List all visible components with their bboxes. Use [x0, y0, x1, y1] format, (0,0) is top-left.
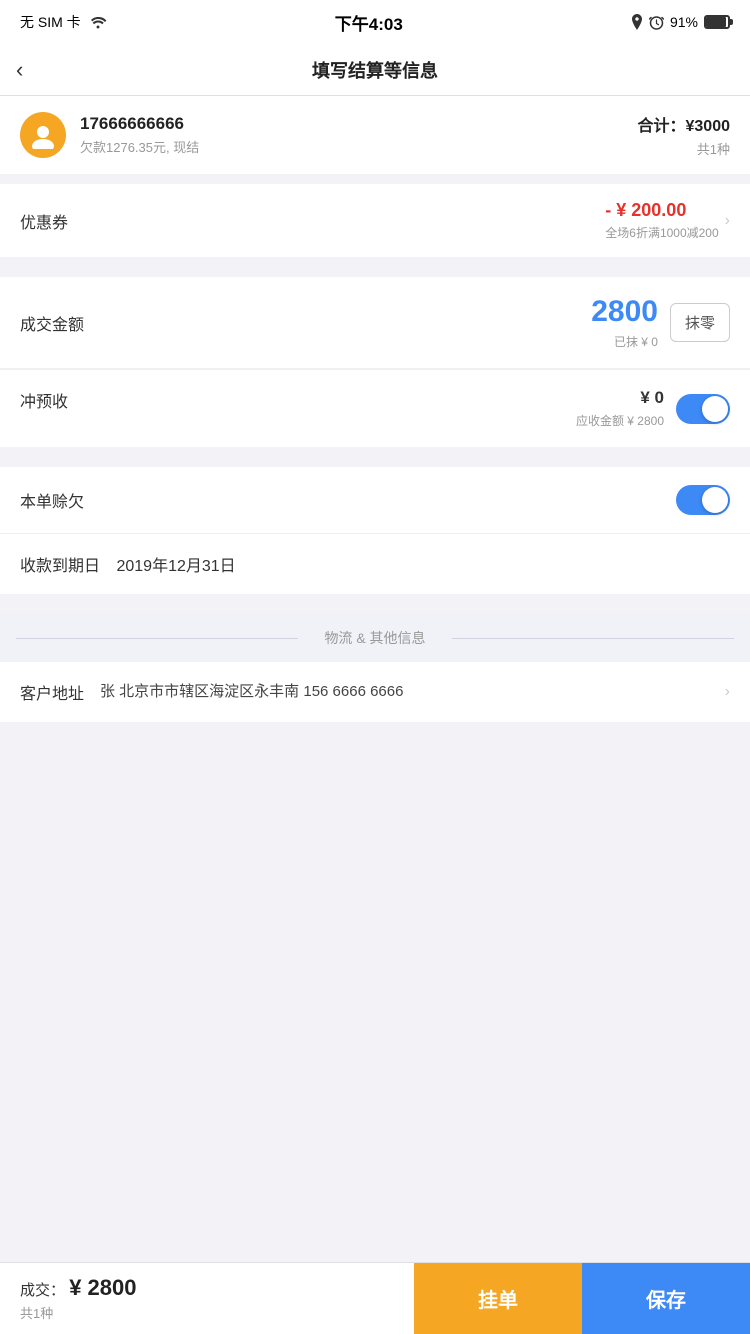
deal-amount-section: 成交金额 2800 已抹 ¥ 0 抹零 冲预收 ¥ 0 应收金额 ¥ 2800 — [0, 277, 750, 447]
bottom-count: 共1种 — [20, 1303, 394, 1322]
due-date-value: 2019年12月31日 — [116, 558, 235, 575]
total-count: 共1种 — [637, 139, 730, 158]
chongyu-sub: 应收金额 ¥ 2800 — [576, 412, 664, 429]
hang-button[interactable]: 挂单 — [414, 1263, 582, 1334]
deal-amount-col: 2800 已抹 ¥ 0 — [591, 295, 658, 350]
address-chevron-icon: › — [725, 683, 730, 701]
deal-amount-row: 成交金额 2800 已抹 ¥ 0 抹零 — [0, 277, 750, 369]
bottom-deal-label: 成交： — [20, 1282, 65, 1299]
user-info: 17666666666 欠款1276.35元, 现结 — [80, 114, 199, 156]
user-sub: 欠款1276.35元, 现结 — [80, 137, 199, 156]
deal-amount-label: 成交金额 — [20, 311, 84, 335]
sim-label: 无 SIM 卡 — [20, 12, 81, 32]
avatar — [20, 112, 66, 158]
section-divider-2 — [0, 457, 750, 467]
due-date-row: 收款到期日 2019年12月31日 — [0, 534, 750, 594]
benshen-row: 本单赊欠 — [0, 467, 750, 534]
location-icon — [631, 14, 643, 30]
benshen-label: 本单赊欠 — [20, 488, 84, 512]
benshen-toggle-knob — [702, 487, 728, 513]
address-row[interactable]: 客户地址 张 北京市市辖区海淀区永丰南 156 6666 6666 › — [0, 662, 750, 722]
chongyu-amount: ¥ 0 — [576, 388, 664, 408]
logistics-header: 物流 & 其他信息 — [0, 614, 750, 662]
total-amount: 合计：¥3000 — [637, 112, 730, 136]
user-card: 17666666666 欠款1276.35元, 现结 合计：¥3000 共1种 — [0, 96, 750, 174]
bottom-deal-amount: ¥ 2800 — [69, 1275, 136, 1300]
deal-amount-value: 2800 — [591, 295, 658, 329]
coupon-info: - ¥ 200.00 全场6折满1000减200 — [605, 200, 718, 241]
chongyu-toggle[interactable] — [676, 394, 730, 424]
battery-percent: 91% — [670, 14, 698, 30]
toggle-knob — [702, 396, 728, 422]
user-left: 17666666666 欠款1276.35元, 现结 — [20, 112, 199, 158]
bottom-summary: 成交： ¥ 2800 共1种 — [0, 1275, 414, 1322]
chevron-right-icon: › — [725, 212, 730, 230]
chongyu-label: 冲预收 — [20, 388, 68, 412]
bottom-bar: 成交： ¥ 2800 共1种 挂单 保存 — [0, 1262, 750, 1334]
chongyu-amount-col: ¥ 0 应收金额 ¥ 2800 — [576, 388, 664, 429]
benshen-toggle[interactable] — [676, 485, 730, 515]
back-button[interactable]: ‹ — [16, 57, 23, 83]
alarm-icon — [649, 15, 664, 30]
content: 17666666666 欠款1276.35元, 现结 合计：¥3000 共1种 … — [0, 96, 750, 922]
section-divider-1 — [0, 267, 750, 277]
status-bar: 无 SIM 卡 下午4:03 91% — [0, 0, 750, 44]
logistics-header-text: 物流 & 其他信息 — [324, 628, 425, 648]
wifi-icon — [89, 15, 107, 29]
coupon-desc: 全场6折满1000减200 — [605, 224, 718, 241]
page-title: 填写结算等信息 — [312, 57, 438, 83]
chongyu-row: 冲预收 ¥ 0 应收金额 ¥ 2800 — [0, 369, 750, 447]
deal-amount-right: 2800 已抹 ¥ 0 抹零 — [591, 295, 730, 350]
chongyu-right: ¥ 0 应收金额 ¥ 2800 — [576, 388, 730, 429]
coupon-row[interactable]: 优惠券 - ¥ 200.00 全场6折满1000减200 › — [0, 184, 750, 257]
address-label: 客户地址 — [20, 680, 84, 704]
status-left: 无 SIM 卡 — [20, 12, 107, 32]
address-value: 张 北京市市辖区海淀区永丰南 156 6666 6666 — [100, 681, 725, 704]
deal-amount-sub: 已抹 ¥ 0 — [591, 333, 658, 350]
coupon-discount: - ¥ 200.00 — [605, 200, 718, 221]
user-phone: 17666666666 — [80, 114, 199, 134]
nav-bar: ‹ 填写结算等信息 — [0, 44, 750, 96]
save-button[interactable]: 保存 — [582, 1263, 750, 1334]
fuzero-button[interactable]: 抹零 — [670, 303, 730, 342]
coupon-label: 优惠券 — [20, 209, 68, 233]
battery-icon — [704, 15, 730, 29]
section-divider-3 — [0, 604, 750, 614]
due-date-label: 收款到期日 2019年12月31日 — [20, 552, 236, 576]
benshen-section: 本单赊欠 收款到期日 2019年12月31日 — [0, 467, 750, 594]
coupon-right: - ¥ 200.00 全场6折满1000减200 › — [605, 200, 730, 241]
user-right: 合计：¥3000 共1种 — [637, 112, 730, 158]
bottom-deal-line: 成交： ¥ 2800 — [20, 1275, 394, 1301]
status-time: 下午4:03 — [335, 10, 403, 35]
status-right: 91% — [631, 14, 730, 30]
gray-filler — [0, 722, 750, 842]
